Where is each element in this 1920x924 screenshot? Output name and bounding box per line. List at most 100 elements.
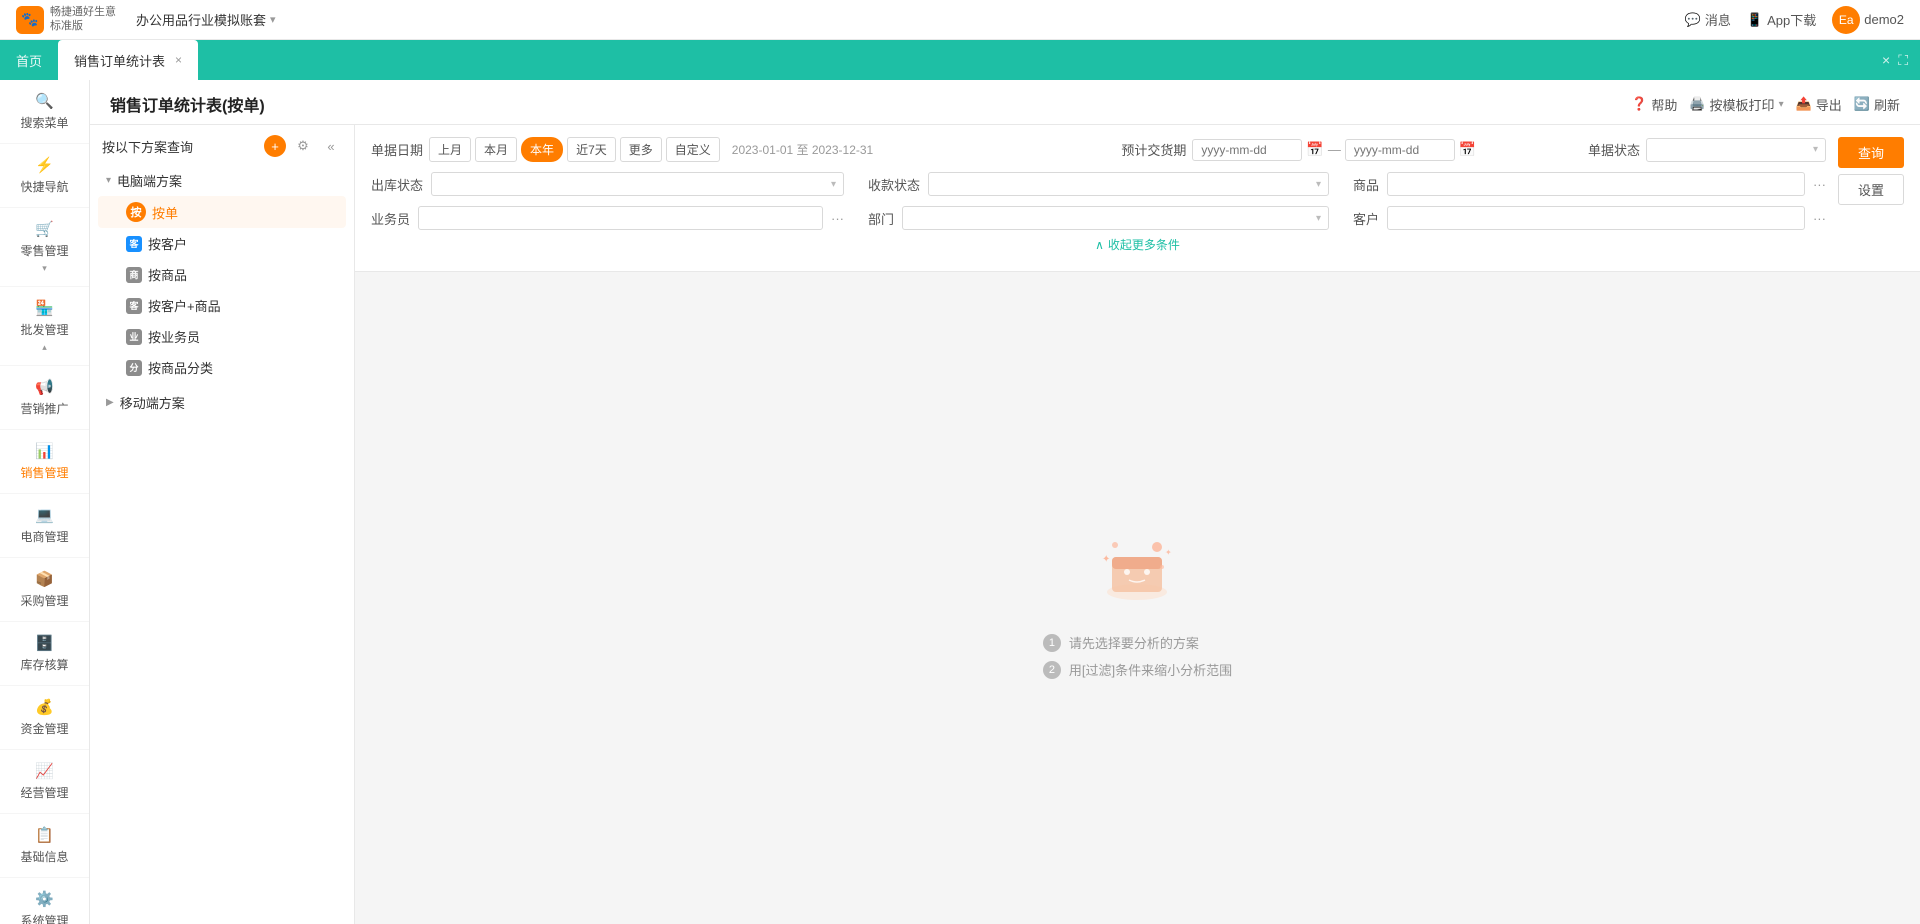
- date-btn-7days[interactable]: 近7天: [567, 137, 616, 162]
- help-icon: ❓: [1631, 96, 1647, 112]
- tip-num-2: 2: [1043, 661, 1061, 679]
- calendar-end-icon[interactable]: 📅: [1459, 141, 1476, 158]
- message-button[interactable]: 💬 消息: [1685, 10, 1731, 29]
- export-icon: 📤: [1796, 96, 1812, 112]
- breadcrumb[interactable]: 办公用品行业模拟账套 ▾: [136, 10, 276, 29]
- tab-close-icon[interactable]: ×: [175, 53, 182, 67]
- sidebar: 🔍 搜索菜单 ⚡ 快捷导航 🛒 零售管理 ▾ 🏪 批发管理 ▴ 📢 营销推广 📊…: [0, 80, 90, 924]
- filter-collapse: ∧ 收起更多条件: [371, 230, 1904, 259]
- sidebar-item-quick-nav[interactable]: ⚡ 快捷导航: [0, 144, 89, 208]
- sidebar-item-ecommerce[interactable]: 💻 电商管理: [0, 494, 89, 558]
- scheme-item-by-customer-goods[interactable]: 客 按客户+商品: [98, 290, 346, 321]
- mobile-section-arrow-icon: ▶: [106, 397, 114, 408]
- sidebar-item-retail[interactable]: 🛒 零售管理 ▾: [0, 208, 89, 287]
- status-select[interactable]: [1646, 138, 1826, 162]
- scheme-item-by-salesman[interactable]: 业 按业务员: [98, 321, 346, 352]
- tab-bar-right: × ⛶: [1882, 52, 1920, 69]
- breadcrumb-chevron-icon: ▾: [270, 13, 276, 26]
- empty-illustration: ✦ ✦: [1087, 517, 1187, 617]
- pc-scheme-header[interactable]: ▾ 电脑端方案: [98, 165, 346, 196]
- goods-ellipsis[interactable]: ···: [1813, 177, 1826, 192]
- export-button[interactable]: 📤 导出: [1796, 95, 1842, 114]
- sidebar-item-marketing[interactable]: 📢 营销推广: [0, 366, 89, 430]
- sidebar-item-purchase[interactable]: 📦 采购管理: [0, 558, 89, 622]
- window-maximize-icon[interactable]: ⛶: [1898, 52, 1908, 69]
- delivery-status-select[interactable]: [431, 172, 844, 196]
- scheme-settings-button[interactable]: ⚙: [292, 135, 314, 157]
- sidebar-item-search[interactable]: 🔍 搜索菜单: [0, 80, 89, 144]
- settings-button[interactable]: 设置: [1838, 174, 1904, 205]
- customer-input[interactable]: [1387, 206, 1805, 230]
- empty-tips: 1 请先选择要分析的方案 2 用[过滤]条件来缩小分析范围: [1043, 633, 1232, 679]
- date-btn-custom[interactable]: 自定义: [666, 137, 720, 162]
- scheme-item-by-order[interactable]: 按 按单: [98, 196, 346, 228]
- system-icon: ⚙️: [35, 890, 54, 908]
- empty-tip-1: 1 请先选择要分析的方案: [1043, 633, 1232, 652]
- sidebar-item-system[interactable]: ⚙️ 系统管理: [0, 878, 89, 924]
- pc-scheme-group: ▾ 电脑端方案 按 按单 客 按客户 商: [98, 165, 346, 383]
- user-menu[interactable]: Ea demo2: [1832, 6, 1904, 34]
- left-panel-title: 按以下方案查询: [102, 137, 193, 156]
- svg-text:✦: ✦: [1165, 548, 1172, 557]
- inventory-icon: 🗄️: [35, 634, 54, 652]
- sidebar-item-basic[interactable]: 📋 基础信息: [0, 814, 89, 878]
- print-button[interactable]: 🖨️ 按模板打印 ▾: [1689, 95, 1783, 114]
- mobile-scheme-header[interactable]: ▶ 移动端方案: [98, 387, 346, 418]
- scheme-label-by-salesman: 按业务员: [148, 327, 200, 346]
- chevron-down-icon: ▾: [42, 263, 47, 274]
- collapse-icon: «: [327, 139, 334, 154]
- department-wrapper: [902, 206, 1329, 230]
- query-button[interactable]: 查询: [1838, 137, 1904, 168]
- sidebar-item-inventory[interactable]: 🗄️ 库存核算: [0, 622, 89, 686]
- tab-home[interactable]: 首页: [0, 40, 58, 80]
- collapse-filter-button[interactable]: ∧ 收起更多条件: [1095, 236, 1180, 253]
- window-close-icon[interactable]: ×: [1882, 52, 1890, 68]
- date-btn-this-year[interactable]: 本年: [521, 137, 563, 162]
- scheme-label-by-order: 按单: [152, 203, 178, 222]
- sidebar-item-sales[interactable]: 📊 销售管理: [0, 430, 89, 494]
- sidebar-item-finance[interactable]: 💰 资金管理: [0, 686, 89, 750]
- date-filter-label: 单据日期: [371, 140, 423, 159]
- refresh-button[interactable]: 🔄 刷新: [1854, 95, 1900, 114]
- data-area: ✦ ✦ 1 请先选择要分析的方案 2 用[过滤]条件来缩小分析范围: [355, 272, 1920, 924]
- customer-ellipsis[interactable]: ···: [1813, 211, 1826, 226]
- scheme-item-by-goods[interactable]: 商 按商品: [98, 259, 346, 290]
- salesman-ellipsis[interactable]: ···: [831, 211, 844, 226]
- print-icon: 🖨️: [1689, 96, 1705, 112]
- help-button[interactable]: ❓ 帮助: [1631, 95, 1677, 114]
- wholesale-icon: 🏪: [35, 299, 54, 317]
- scheme-item-by-customer[interactable]: 客 按客户: [98, 228, 346, 259]
- scheme-item-by-category[interactable]: 分 按商品分类: [98, 352, 346, 383]
- goods-input[interactable]: [1387, 172, 1805, 196]
- sidebar-item-operations[interactable]: 📈 经营管理: [0, 750, 89, 814]
- goods-col: 商品 ···: [1341, 172, 1826, 196]
- payment-status-select[interactable]: [928, 172, 1329, 196]
- date-dash: —: [1328, 142, 1341, 157]
- department-select[interactable]: [902, 206, 1329, 230]
- ecommerce-icon: 💻: [35, 506, 54, 524]
- sidebar-item-wholesale[interactable]: 🏪 批发管理 ▴: [0, 287, 89, 366]
- expected-delivery-end[interactable]: [1345, 139, 1455, 161]
- scheme-icon-by-customer: 客: [126, 236, 142, 252]
- page-actions: ❓ 帮助 🖨️ 按模板打印 ▾ 📤 导出 🔄 刷新: [1631, 95, 1900, 114]
- settings-icon: ⚙: [297, 138, 309, 154]
- delivery-status-col: 出库状态: [371, 172, 856, 196]
- logo-text: 畅捷通好生意 标准版: [50, 6, 116, 32]
- calendar-start-icon[interactable]: 📅: [1306, 141, 1323, 158]
- empty-state: ✦ ✦ 1 请先选择要分析的方案 2 用[过滤]条件来缩小分析范围: [1043, 517, 1232, 679]
- add-scheme-button[interactable]: +: [264, 135, 286, 157]
- scheme-label-by-customer: 按客户: [148, 234, 187, 253]
- goods-label: 商品: [1353, 175, 1379, 194]
- tip-num-1: 1: [1043, 634, 1061, 652]
- refresh-icon: 🔄: [1854, 96, 1870, 112]
- expected-delivery-start[interactable]: [1192, 139, 1302, 161]
- date-btn-more[interactable]: 更多: [620, 137, 662, 162]
- panel-collapse-button[interactable]: «: [320, 135, 342, 157]
- finance-icon: 💰: [35, 698, 54, 716]
- app-download-button[interactable]: 📱 App下载: [1747, 10, 1816, 29]
- date-btn-last-month[interactable]: 上月: [429, 137, 471, 162]
- tab-sales-order-stats[interactable]: 销售订单统计表 ×: [58, 40, 198, 80]
- expected-delivery-label: 预计交货期: [1121, 140, 1186, 159]
- salesman-input[interactable]: [418, 206, 823, 230]
- date-btn-this-month[interactable]: 本月: [475, 137, 517, 162]
